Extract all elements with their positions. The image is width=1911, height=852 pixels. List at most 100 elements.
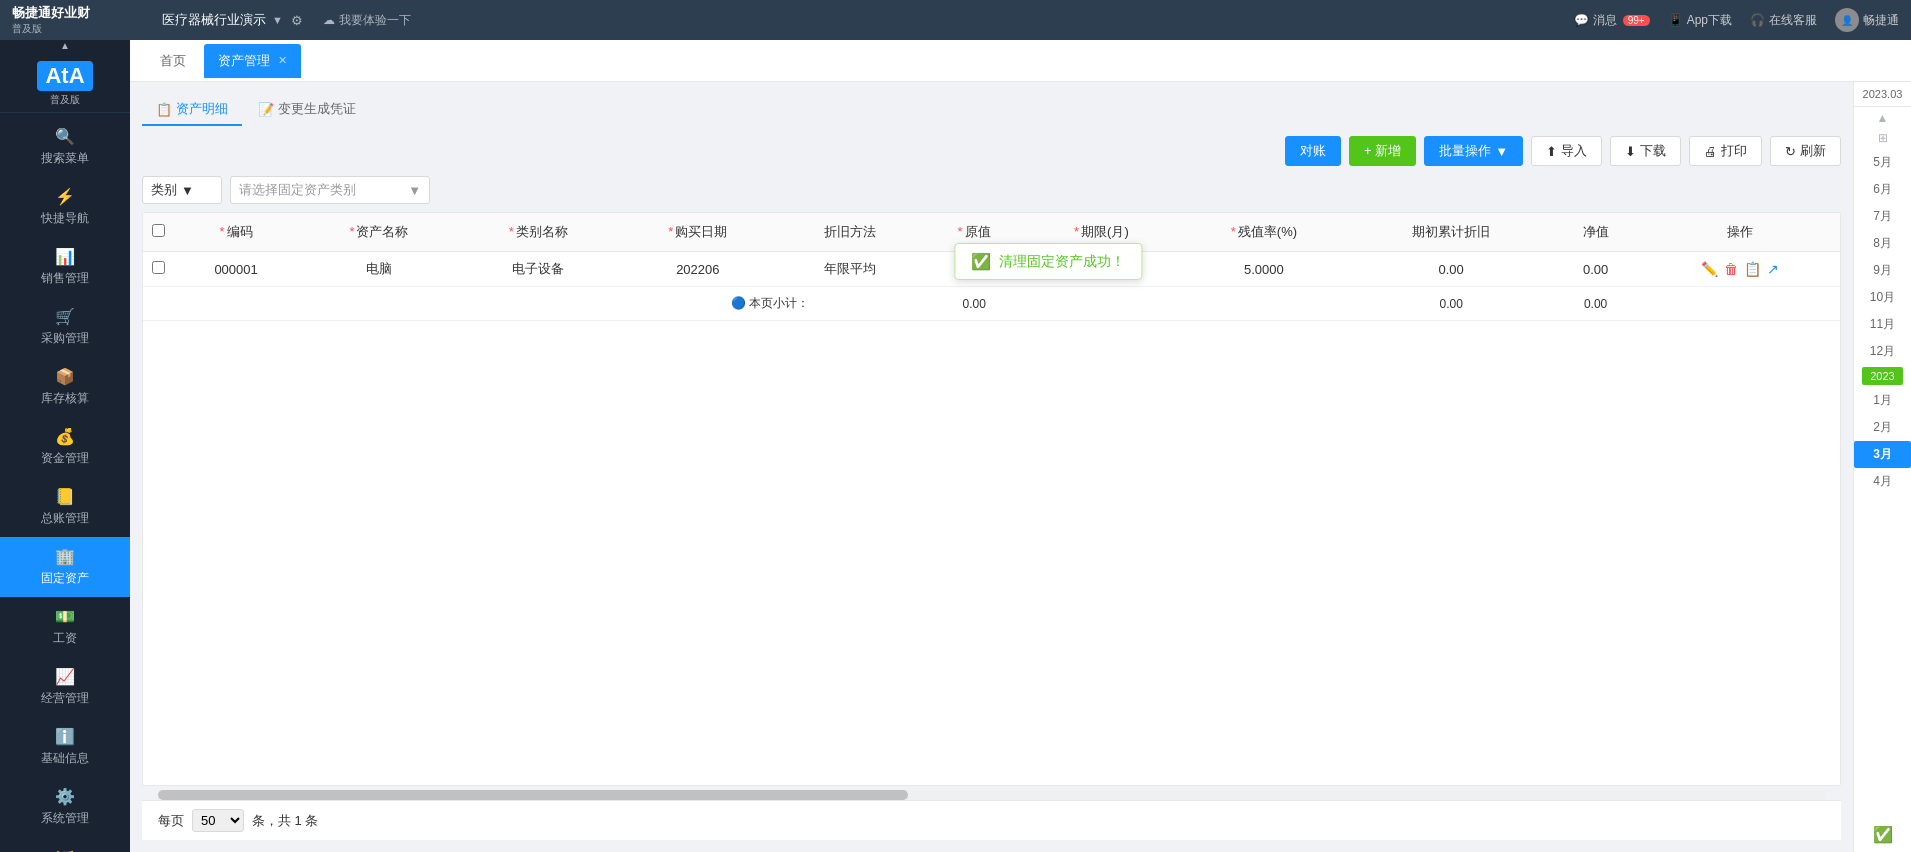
- timeline-up-icon[interactable]: ▲: [1875, 109, 1891, 127]
- scrollbar-thumb: [158, 790, 908, 800]
- cloud-icon: ☁: [323, 13, 335, 27]
- new-button[interactable]: + 新增: [1349, 136, 1416, 166]
- select-all-checkbox[interactable]: [152, 224, 165, 237]
- sidebar-item-funds[interactable]: 💰 资金管理: [0, 417, 130, 477]
- tab-bar: 首页 资产管理 ✕: [130, 40, 1911, 82]
- delete-icon[interactable]: 🗑: [1724, 261, 1738, 277]
- sidebar-item-search[interactable]: 🔍 搜索菜单: [0, 117, 130, 177]
- timeline-month-5[interactable]: 5月: [1854, 149, 1911, 176]
- timeline-month-3-current[interactable]: 3月: [1854, 441, 1911, 468]
- online-service-button[interactable]: 🎧 在线客服: [1750, 12, 1817, 29]
- timeline-month-2[interactable]: 2月: [1854, 414, 1911, 441]
- timeline-month-11[interactable]: 11月: [1854, 311, 1911, 338]
- top-bar-actions: 💬 消息 99+ 📱 App下载 🎧 在线客服 👤 畅捷通: [1574, 8, 1899, 32]
- message-badge: 99+: [1623, 15, 1650, 26]
- pagination-bar: 每页 10 20 50 100 条，共 1 条: [142, 800, 1841, 840]
- col-actions: 操作: [1640, 213, 1840, 252]
- sidebar-item-label: 资金管理: [41, 450, 89, 467]
- copy-icon[interactable]: 📋: [1744, 261, 1761, 277]
- sidebar-item-payroll[interactable]: 💵 工资: [0, 597, 130, 657]
- sub-tab-change-voucher[interactable]: 📝 变更生成凭证: [244, 94, 370, 126]
- sidebar-item-ledger[interactable]: 📒 总账管理: [0, 477, 130, 537]
- sidebar-item-purchase[interactable]: 🛒 采购管理: [0, 297, 130, 357]
- page-content: 📋 资产明细 📝 变更生成凭证 对账: [130, 82, 1911, 852]
- inventory-icon: 📦: [55, 367, 75, 386]
- sidebar-version: 普及版: [50, 93, 80, 107]
- sub-tabs: 📋 资产明细 📝 变更生成凭证: [142, 94, 1841, 126]
- category-input[interactable]: 请选择固定资产类别 ▼: [230, 176, 430, 204]
- import-button[interactable]: ⬆ 导入: [1531, 136, 1602, 166]
- user-menu[interactable]: 👤 畅捷通: [1835, 8, 1899, 32]
- sub-tab-asset-list[interactable]: 📋 资产明细: [142, 94, 242, 126]
- batch-button[interactable]: 批量操作 ▼: [1424, 136, 1523, 166]
- funds-icon: 💰: [55, 427, 75, 446]
- sidebar-item-sales[interactable]: 📊 销售管理: [0, 237, 130, 297]
- main-panel: 📋 资产明细 📝 变更生成凭证 对账: [130, 82, 1853, 852]
- row-residual-rate: 5.0000: [1177, 252, 1352, 287]
- timeline-bottom-check-icon[interactable]: ✅: [1873, 817, 1893, 852]
- refresh-icon: ↻: [1785, 144, 1796, 159]
- timeline-month-1[interactable]: 1月: [1854, 387, 1911, 414]
- sidebar-item-label: 经营管理: [41, 690, 89, 707]
- timeline-month-9[interactable]: 9月: [1854, 257, 1911, 284]
- row-checkbox[interactable]: [152, 261, 165, 274]
- success-check-icon: ✅: [971, 252, 991, 271]
- timeline-month-12[interactable]: 12月: [1854, 338, 1911, 365]
- sidebar-item-system[interactable]: ⚙️ 系统管理: [0, 777, 130, 837]
- content-area: 首页 资产管理 ✕ 📋 资产明细 📝 变更生成凭证: [130, 40, 1911, 852]
- timeline-month-10[interactable]: 10月: [1854, 284, 1911, 311]
- download-icon: 📱: [1668, 13, 1683, 27]
- sidebar-item-basic-info[interactable]: ℹ️ 基础信息: [0, 717, 130, 777]
- sidebar-item-label: 库存核算: [41, 390, 89, 407]
- sidebar-item-label: 固定资产: [41, 570, 89, 587]
- refresh-button[interactable]: ↻ 刷新: [1770, 136, 1841, 166]
- sidebar-item-label: 工资: [53, 630, 77, 647]
- row-select-cell[interactable]: [143, 252, 173, 287]
- sidebar-item-label: 总账管理: [41, 510, 89, 527]
- sidebar-scroll-up[interactable]: ▲: [0, 40, 130, 51]
- timeline-month-6[interactable]: 6月: [1854, 176, 1911, 203]
- experience-button[interactable]: ☁ 我要体验一下: [323, 12, 411, 29]
- category-select[interactable]: 类别 ▼: [142, 176, 222, 204]
- sidebar-logo: AtA 普及版: [0, 51, 130, 113]
- company-selector[interactable]: 医疗器械行业演示 ▼: [162, 11, 283, 29]
- col-net-value: 净值: [1551, 213, 1640, 252]
- search-icon: 🔍: [55, 127, 75, 146]
- toolbar: 对账 + 新增 批量操作 ▼ ⬆ 导入 ⬇ 下载: [142, 136, 1841, 166]
- message-button[interactable]: 💬 消息 99+: [1574, 12, 1650, 29]
- col-depreciation-method: 折旧方法: [778, 213, 922, 252]
- sidebar-item-enterprise[interactable]: 🤝 企业协同: [0, 837, 130, 852]
- tab-home[interactable]: 首页: [146, 44, 200, 78]
- sidebar-item-label: 系统管理: [41, 810, 89, 827]
- download-label: 下载: [1640, 142, 1666, 160]
- more-icon[interactable]: ↗: [1767, 261, 1779, 277]
- tab-assets[interactable]: 资产管理 ✕: [204, 44, 301, 78]
- sidebar-item-label: 采购管理: [41, 330, 89, 347]
- select-all-cell[interactable]: [143, 213, 173, 252]
- download-button[interactable]: ⬇ 下载: [1610, 136, 1681, 166]
- subtotal-net-value: 0.00: [1551, 287, 1640, 321]
- sidebar-item-quick-nav[interactable]: ⚡ 快捷导航: [0, 177, 130, 237]
- sidebar-item-fixed-assets[interactable]: 🏢 固定资产: [0, 537, 130, 597]
- horizontal-scrollbar[interactable]: [158, 790, 1825, 800]
- timeline-month-7[interactable]: 7月: [1854, 203, 1911, 230]
- tab-close-icon[interactable]: ✕: [278, 54, 287, 67]
- settings-icon[interactable]: ⚙: [291, 13, 303, 28]
- per-page-select[interactable]: 10 20 50 100: [192, 809, 244, 832]
- sidebar-item-operations[interactable]: 📈 经营管理: [0, 657, 130, 717]
- category-dropdown-icon: ▼: [181, 183, 194, 198]
- timeline-month-8[interactable]: 8月: [1854, 230, 1911, 257]
- import-label: 导入: [1561, 142, 1587, 160]
- app-download-button[interactable]: 📱 App下载: [1668, 12, 1732, 29]
- reconcile-button[interactable]: 对账: [1285, 136, 1341, 166]
- print-button[interactable]: 🖨 打印: [1689, 136, 1762, 166]
- sidebar-item-inventory[interactable]: 📦 库存核算: [0, 357, 130, 417]
- sales-icon: 📊: [55, 247, 75, 266]
- company-dropdown-icon[interactable]: ▼: [272, 14, 283, 26]
- row-actions: ✏️ 🗑 📋 ↗: [1640, 252, 1840, 287]
- timeline-month-4[interactable]: 4月: [1854, 468, 1911, 495]
- edit-icon[interactable]: ✏️: [1701, 261, 1718, 277]
- sidebar-item-label: 搜索菜单: [41, 150, 89, 167]
- timeline-expand-icon[interactable]: ⊞: [1876, 129, 1890, 147]
- sidebar-item-label: 基础信息: [41, 750, 89, 767]
